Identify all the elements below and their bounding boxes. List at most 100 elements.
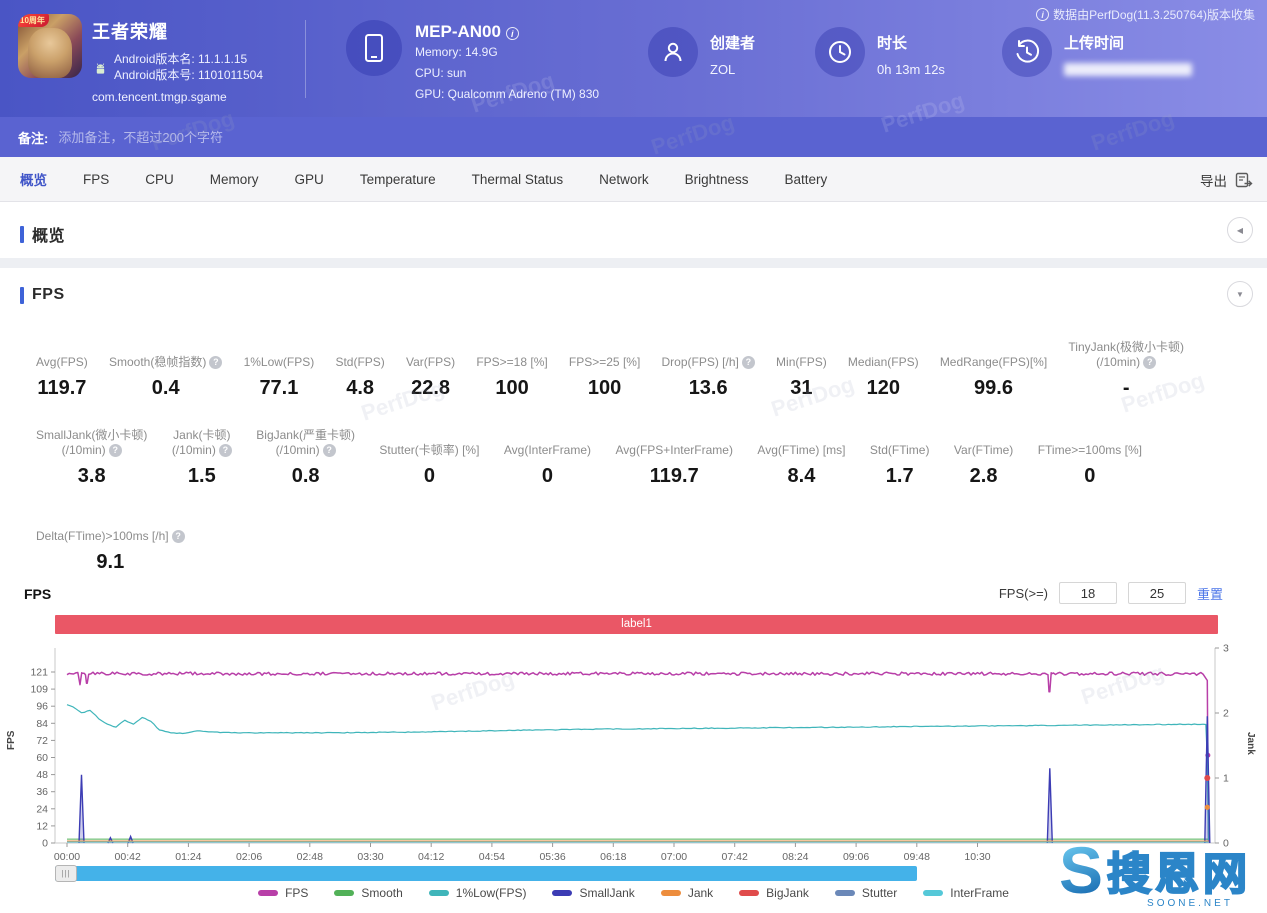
stat-value: 77.1 xyxy=(259,377,299,399)
tab-Network[interactable]: Network xyxy=(599,172,649,187)
fps-collapse-button[interactable]: ▼ xyxy=(1227,281,1253,307)
legend-item-SmallJank[interactable]: SmallJank xyxy=(552,886,635,900)
stat-value: - xyxy=(1122,377,1130,399)
help-icon[interactable]: ? xyxy=(171,530,185,543)
svg-text:121: 121 xyxy=(30,667,48,679)
tab-Thermal Status[interactable]: Thermal Status xyxy=(472,172,564,187)
fps-chart-title: FPS xyxy=(24,586,52,602)
svg-text:3: 3 xyxy=(1223,643,1229,655)
legend-label: SmallJank xyxy=(579,886,635,900)
svg-text:10:30: 10:30 xyxy=(964,851,990,863)
device-info: MEP-AN00 i Memory: 14.9G CPU: sun GPU: Q… xyxy=(415,22,599,105)
remark-input[interactable] xyxy=(58,129,619,145)
stat-label: Avg(FPS+InterFrame) xyxy=(615,443,733,457)
legend-item-InterFrame[interactable]: InterFrame xyxy=(923,886,1009,900)
svg-text:01:24: 01:24 xyxy=(175,851,201,863)
tab-FPS[interactable]: FPS xyxy=(83,172,109,187)
legend-label: Stutter xyxy=(861,886,898,900)
header-divider xyxy=(305,20,306,98)
stat-value: 0.8 xyxy=(291,465,320,487)
fps-filter-label: FPS(>=) xyxy=(998,585,1048,601)
stat-item: 1%Low(FPS) 77.1 xyxy=(244,334,315,400)
svg-text:09:06: 09:06 xyxy=(843,851,869,863)
stat-label: BigJank(严重卡顿) (/10min)? xyxy=(256,428,355,457)
chart-scrollbar[interactable]: ||| xyxy=(55,865,917,882)
svg-text:02:06: 02:06 xyxy=(236,851,262,863)
legend-label: FPS xyxy=(285,886,309,900)
stat-label: TinyJank(极微小卡顿) (/10min)? xyxy=(1068,340,1184,369)
legend-item-BigJank[interactable]: BigJank xyxy=(739,886,809,900)
collect-note: i 数据由PerfDog(11.3.250764)版本收集 xyxy=(1036,6,1255,23)
creator-block: 创建者 ZOL xyxy=(710,32,755,77)
remark-label: 备注: xyxy=(18,130,49,146)
stat-item: Avg(InterFrame) 0 xyxy=(504,422,591,488)
stat-value: 1.5 xyxy=(187,465,216,487)
tab-Brightness[interactable]: Brightness xyxy=(685,172,749,187)
svg-text:109: 109 xyxy=(30,684,48,696)
fps-section: FPS ▼ Avg(FPS) 119.7 Smooth(稳帧指数)? 0.4 1%Low… xyxy=(0,268,1267,913)
svg-text:04:12: 04:12 xyxy=(418,851,444,863)
device-cpu: CPU: sun xyxy=(415,66,467,80)
legend-marker xyxy=(428,890,449,896)
stat-item: Var(FPS) 22.8 xyxy=(406,334,455,400)
chart-legend: FPS Smooth 1%Low(FPS) SmallJank Jank BigJank S… xyxy=(0,886,1267,900)
overview-section: 概览 ◀ xyxy=(0,202,1267,258)
legend-item-FPS[interactable]: FPS xyxy=(258,886,308,900)
stat-label: Std(FPS) xyxy=(335,355,385,369)
svg-text:00:42: 00:42 xyxy=(115,851,141,863)
help-icon[interactable]: ? xyxy=(218,444,232,457)
help-icon[interactable]: ? xyxy=(741,356,755,369)
stat-item: MedRange(FPS)[%] 99.6 xyxy=(940,334,1047,400)
creator-label: 创建者 xyxy=(710,35,756,52)
tab-Battery[interactable]: Battery xyxy=(784,172,827,187)
reset-link[interactable]: 重置 xyxy=(1197,584,1223,603)
help-icon[interactable]: ? xyxy=(322,444,336,457)
legend-marker xyxy=(923,890,944,896)
remark-bar: 备注: xyxy=(0,117,1267,157)
stat-label: Jank(卡顿) (/10min)? xyxy=(171,428,232,457)
legend-item-1%Low(FPS)[interactable]: 1%Low(FPS) xyxy=(428,886,526,900)
legend-label: InterFrame xyxy=(950,886,1009,900)
scrollbar-handle[interactable]: ||| xyxy=(55,865,77,882)
tab-概览[interactable]: 概览 xyxy=(20,169,47,189)
tab-GPU[interactable]: GPU xyxy=(295,172,324,187)
stat-label: Avg(InterFrame) xyxy=(503,443,592,457)
legend-item-Smooth[interactable]: Smooth xyxy=(334,886,403,900)
fps-min-input[interactable] xyxy=(1058,582,1117,604)
stat-item: Avg(FPS) 119.7 xyxy=(36,334,88,400)
stat-label: Median(FPS) xyxy=(847,355,919,369)
device-info-icon[interactable]: i xyxy=(505,27,519,40)
stat-item: Median(FPS) 120 xyxy=(848,334,919,400)
svg-text:84: 84 xyxy=(36,718,48,730)
stat-value: 2.8 xyxy=(969,465,998,487)
duration-label: 时长 xyxy=(877,35,908,52)
legend-item-Jank[interactable]: Jank xyxy=(660,886,713,900)
tab-Temperature[interactable]: Temperature xyxy=(360,172,436,187)
svg-text:08:24: 08:24 xyxy=(782,851,808,863)
stat-item: SmallJank(微小卡顿) (/10min)? 3.8 xyxy=(36,422,147,488)
stat-label: Avg(FPS) xyxy=(36,355,88,369)
tab-CPU[interactable]: CPU xyxy=(145,172,174,187)
svg-text:0: 0 xyxy=(42,838,48,850)
stat-item: FPS>=25 [%] 100 xyxy=(569,334,640,400)
help-icon[interactable]: ? xyxy=(108,444,122,457)
stat-value: 120 xyxy=(866,377,900,399)
legend-item-Stutter[interactable]: Stutter xyxy=(834,886,898,900)
report-header: 10周年 王者荣耀 Android版本名: 11.1.1.15 Android版… xyxy=(0,0,1267,117)
stat-label: Avg(FTime) [ms] xyxy=(757,443,846,457)
svg-text:09:48: 09:48 xyxy=(904,851,930,863)
overview-collapse-button[interactable]: ◀ xyxy=(1227,217,1253,243)
game-app-icon: 10周年 xyxy=(18,14,82,78)
stat-value: 119.7 xyxy=(37,377,87,399)
tab-Memory[interactable]: Memory xyxy=(210,172,259,187)
help-icon[interactable]: ? xyxy=(209,356,223,369)
stat-label: FPS>=18 [%] xyxy=(476,355,548,369)
stat-item: Delta(FTime)>100ms [/h]? 9.1 xyxy=(36,508,185,574)
stat-value: 119.7 xyxy=(649,465,699,487)
tab-list: 概览 FPS CPU Memory GPU Temperature Thermal Stat… xyxy=(20,169,827,189)
fps-max-input[interactable] xyxy=(1127,582,1186,604)
info-icon: i xyxy=(1036,8,1050,21)
export-button[interactable]: 导出 xyxy=(1200,157,1253,202)
svg-text:48: 48 xyxy=(36,769,48,781)
help-icon[interactable]: ? xyxy=(1143,356,1157,369)
